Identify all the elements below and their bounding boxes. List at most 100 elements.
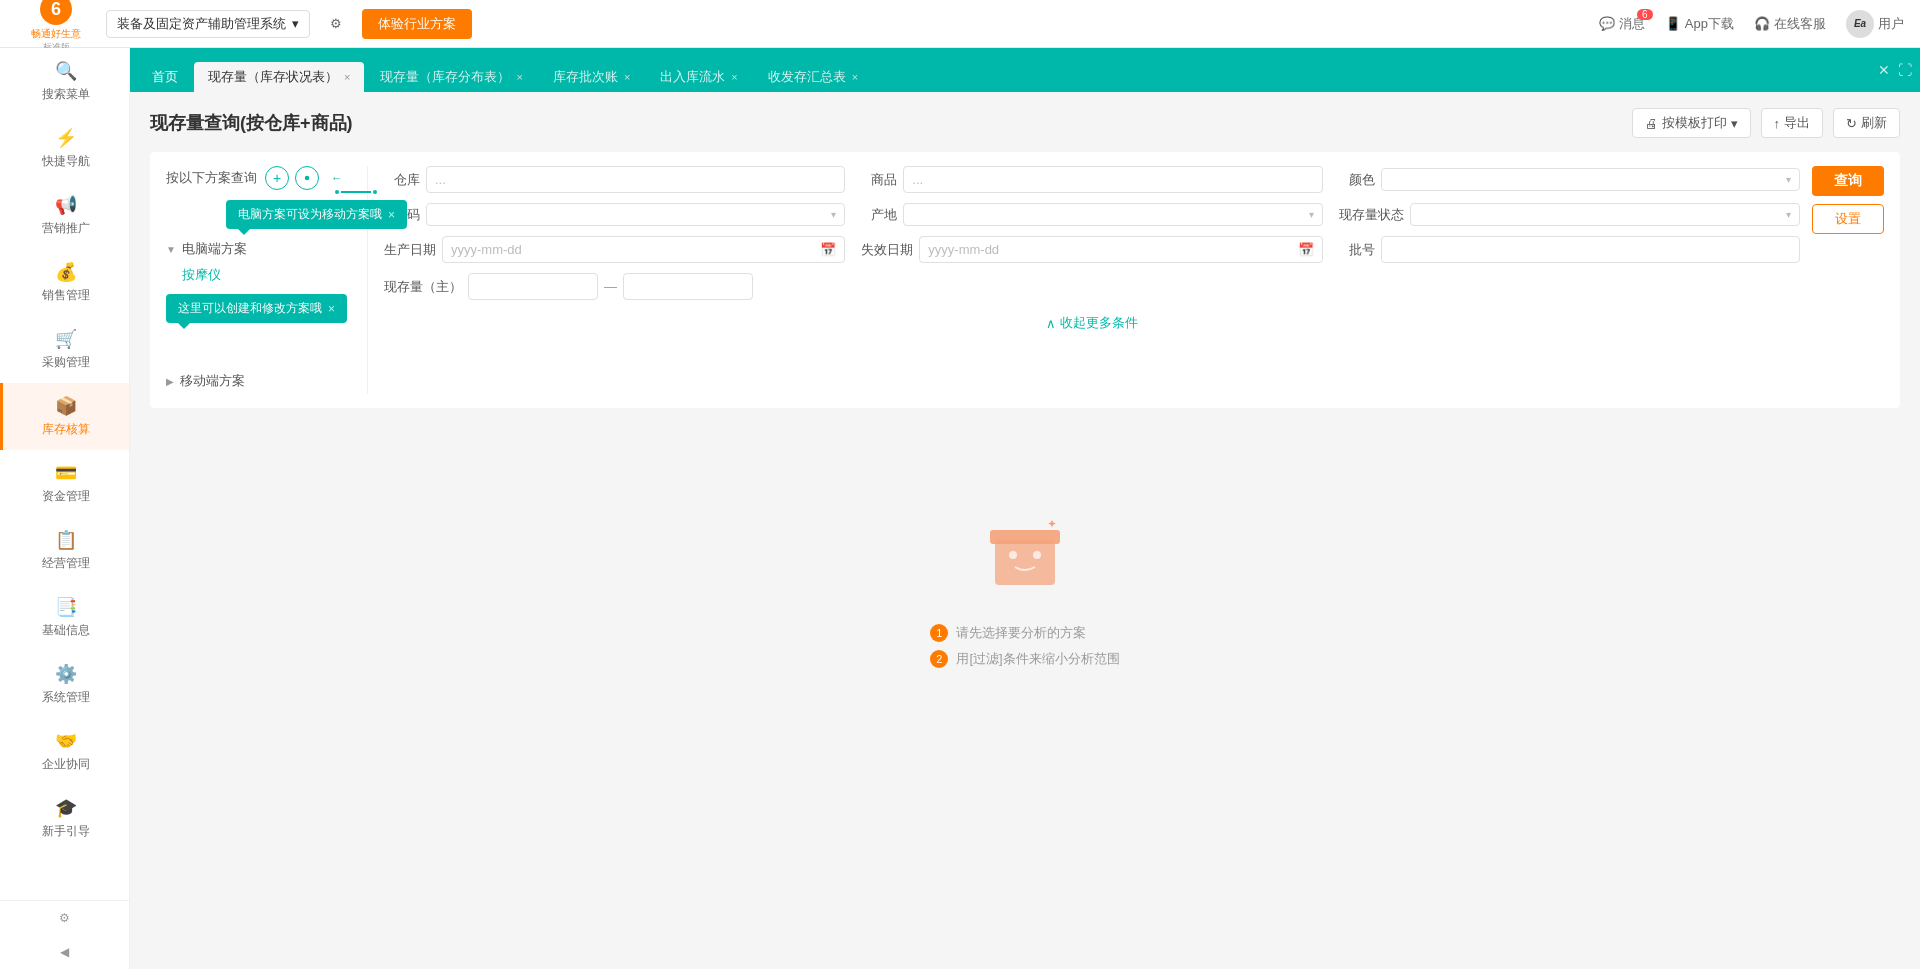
tab-label-3: 库存批次账 xyxy=(553,68,618,86)
scheme-panel: 按以下方案查询 + ← xyxy=(166,166,351,394)
collapse-icon: ◀ xyxy=(60,945,69,959)
tab-item-0[interactable]: 首页 xyxy=(138,62,192,92)
sidebar-label-search: 搜索菜单 xyxy=(42,86,90,103)
quick-icon: ⚡ xyxy=(55,127,77,149)
sidebar-label-finance: 资金管理 xyxy=(42,488,90,505)
tab-close-2[interactable]: × xyxy=(516,71,522,83)
tab-item-2[interactable]: 现存量（库存分布表） × xyxy=(366,62,536,92)
operation-icon: 📋 xyxy=(55,529,77,551)
sidebar-item-search[interactable]: 🔍 搜索菜单 xyxy=(0,48,129,115)
online-service-button[interactable]: 🎧 在线客服 xyxy=(1754,15,1826,33)
calendar-icon-1: 📅 xyxy=(820,242,836,257)
desktop-scheme-item[interactable]: ▼ 电脑端方案 xyxy=(166,236,351,262)
svg-point-4 xyxy=(1033,551,1041,559)
mobile-scheme-item[interactable]: ▶ 移动端方案 xyxy=(166,368,351,394)
scheme-sub-item[interactable]: 按摩仪 xyxy=(182,262,351,288)
size-select[interactable]: ▾ xyxy=(426,203,845,226)
message-button[interactable]: 💬 消息 6 xyxy=(1599,15,1645,33)
filter-fields-area: 仓库 ... 商品 xyxy=(384,166,1884,394)
chevron-up-icon: ∧ xyxy=(1046,316,1056,331)
tooltip-1-close[interactable]: × xyxy=(388,208,395,222)
production-date-label: 生产日期 xyxy=(384,241,436,259)
reset-button[interactable]: 设置 xyxy=(1812,204,1884,234)
batch-no-label: 批号 xyxy=(1339,241,1375,259)
edit-scheme-button[interactable] xyxy=(295,166,319,190)
refresh-button[interactable]: ↻ 刷新 xyxy=(1833,108,1900,138)
batch-no-filter: 批号 xyxy=(1339,236,1800,263)
sidebar-item-cooperation[interactable]: 🤝 企业协同 xyxy=(0,718,129,785)
sidebar-label-purchase: 采购管理 xyxy=(42,354,90,371)
main-layout: 🔍 搜索菜单 ⚡ 快捷导航 📢 营销推广 💰 销售管理 🛒 采购管理 📦 库存核… xyxy=(0,48,1920,969)
production-date-filter: 生产日期 yyyy-mm-dd 📅 xyxy=(384,236,845,263)
tab-close-4[interactable]: × xyxy=(731,71,737,83)
warehouse-label: 仓库 xyxy=(384,171,420,189)
sidebar-item-guide[interactable]: 🎓 新手引导 xyxy=(0,785,129,852)
batch-no-input[interactable] xyxy=(1381,236,1800,263)
system-selector[interactable]: 装备及固定资产辅助管理系统 ▾ xyxy=(106,10,310,38)
trial-button[interactable]: 体验行业方案 xyxy=(362,9,472,39)
scheme-sub-label: 按摩仪 xyxy=(182,266,221,284)
goods-filter: 商品 ... xyxy=(861,166,1322,193)
warehouse-select[interactable]: ... xyxy=(426,166,845,193)
tooltip-2-close[interactable]: × xyxy=(328,302,335,316)
sidebar-bottom-settings[interactable]: ⚙ xyxy=(0,901,129,935)
color-select[interactable]: ▾ xyxy=(1381,168,1800,191)
step-num-2: 2 xyxy=(930,650,948,668)
sidebar-item-basic[interactable]: 📑 基础信息 xyxy=(0,584,129,651)
expiry-date-input[interactable]: yyyy-mm-dd 📅 xyxy=(919,236,1322,263)
settings-icon-button[interactable]: ⚙ xyxy=(320,8,352,40)
add-scheme-button[interactable]: + xyxy=(265,166,289,190)
dropdown-icon: ▾ xyxy=(1731,116,1738,131)
tab-close-3[interactable]: × xyxy=(624,71,630,83)
fullscreen-icon[interactable]: ⛶ xyxy=(1898,62,1912,78)
print-button[interactable]: 🖨 按模板打印 ▾ xyxy=(1632,108,1751,138)
range-dash: — xyxy=(604,279,617,294)
stock-status-select[interactable]: ▾ xyxy=(1410,203,1800,226)
app-container: 6 畅通好生意 标准版 装备及固定资产辅助管理系统 ▾ ⚙ 体验行业方案 💬 消… xyxy=(0,0,1920,969)
stock-main-from[interactable] xyxy=(468,273,598,300)
sidebar-bottom-collapse[interactable]: ◀ xyxy=(0,935,129,969)
sidebar-item-purchase[interactable]: 🛒 采购管理 xyxy=(0,316,129,383)
sidebar-item-finance[interactable]: 💳 资金管理 xyxy=(0,450,129,517)
filter-header: 按以下方案查询 + ← xyxy=(166,166,351,190)
stock-main-to[interactable] xyxy=(623,273,753,300)
goods-select[interactable]: ... xyxy=(903,166,1322,193)
origin-select[interactable]: ▾ xyxy=(903,203,1322,226)
filter-panel: 按以下方案查询 + ← xyxy=(150,152,1900,408)
tooltip-scheme-text-1: 电脑方案可设为移动方案哦 × xyxy=(226,200,407,229)
user-button[interactable]: Ea 用户 xyxy=(1846,10,1904,38)
tab-close-5[interactable]: × xyxy=(852,71,858,83)
sidebar-item-marketing[interactable]: 📢 营销推广 xyxy=(0,182,129,249)
tab-item-4[interactable]: 出入库流水 × xyxy=(646,62,751,92)
expiry-date-filter: 失效日期 yyyy-mm-dd 📅 xyxy=(861,236,1322,263)
tab-label-4: 出入库流水 xyxy=(660,68,725,86)
sidebar-item-system[interactable]: ⚙️ 系统管理 xyxy=(0,651,129,718)
stock-main-label: 现存量（主） xyxy=(384,278,462,296)
sidebar-item-inventory[interactable]: 📦 库存核算 xyxy=(0,383,129,450)
production-date-input[interactable]: yyyy-mm-dd 📅 xyxy=(442,236,845,263)
app-download-button[interactable]: 📱 App下载 xyxy=(1665,15,1734,33)
search-button[interactable]: 查询 xyxy=(1812,166,1884,196)
page-title: 现存量查询(按仓库+商品) xyxy=(150,111,353,135)
close-tab-icon[interactable]: ✕ xyxy=(1878,62,1890,78)
tab-item-3[interactable]: 库存批次账 × xyxy=(539,62,644,92)
tab-label-0: 首页 xyxy=(152,68,178,86)
logo-area: 6 畅通好生意 标准版 xyxy=(16,0,96,54)
sidebar-item-operation[interactable]: 📋 经营管理 xyxy=(0,517,129,584)
empty-step-2: 2 用[过滤]条件来缩小分析范围 xyxy=(930,646,1119,672)
tree-expand-icon: ▼ xyxy=(166,244,176,255)
tab-item-1[interactable]: 现存量（库存状况表）× xyxy=(194,62,364,92)
back-scheme-button[interactable]: ← xyxy=(325,166,349,190)
color-filter: 颜色 ▾ xyxy=(1339,166,1800,193)
collapse-more-button[interactable]: ∧ 收起更多条件 xyxy=(384,306,1800,340)
step-num-1: 1 xyxy=(930,624,948,642)
export-button[interactable]: ↑ 导出 xyxy=(1761,108,1824,138)
tab-label-2: 现存量（库存分布表） xyxy=(380,68,510,86)
goods-label: 商品 xyxy=(861,171,897,189)
tab-close-1[interactable]: × xyxy=(344,71,350,83)
tree-collapse-icon: ▶ xyxy=(166,376,174,387)
size-dropdown-icon: ▾ xyxy=(831,209,836,220)
sidebar-item-quick[interactable]: ⚡ 快捷导航 xyxy=(0,115,129,182)
tab-item-5[interactable]: 收发存汇总表× xyxy=(754,62,872,92)
sidebar-item-sales[interactable]: 💰 销售管理 xyxy=(0,249,129,316)
